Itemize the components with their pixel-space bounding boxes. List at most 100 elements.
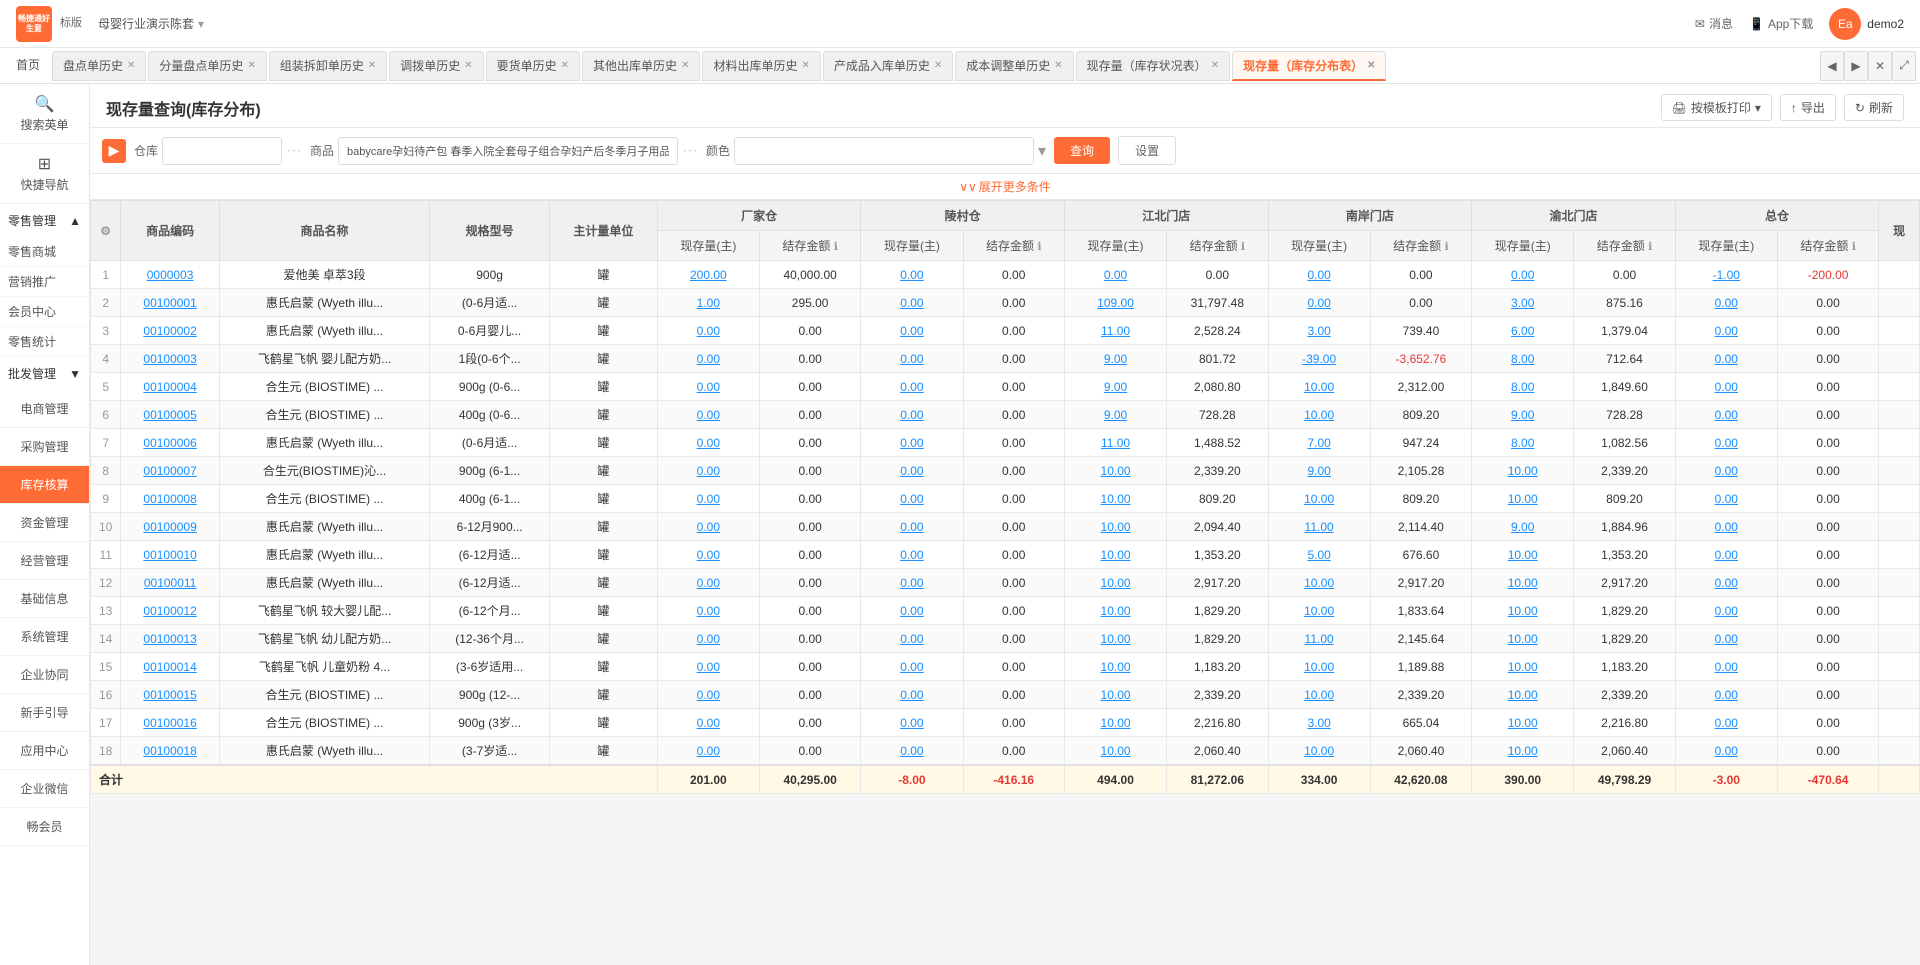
app-download-btn[interactable]: 📱 App下载 [1749, 15, 1813, 32]
top-right-actions: ✉ 消息 📱 App下载 Ea demo2 [1695, 8, 1904, 40]
sidebar-item-库存核算[interactable]: 库存核算 [0, 466, 89, 504]
close-tab-6[interactable]: ✕ [681, 60, 689, 71]
sidebar-item-企业微信[interactable]: 企业微信 [0, 770, 89, 808]
warehouse-input[interactable] [162, 137, 282, 165]
sidebar-retail-header[interactable]: 零售管理 ▲ [0, 204, 89, 237]
sidebar-item-电商管理[interactable]: 电商管理 [0, 390, 89, 428]
table-row: 400100003飞鹤星飞帆 婴儿配方奶...1段(0-6个...罐0.000.… [91, 345, 1920, 373]
tab-其他出库单历史[interactable]: 其他出库单历史 ✕ [582, 51, 700, 81]
message-btn[interactable]: ✉ 消息 [1695, 15, 1733, 32]
col-factory-header: 厂家仓 [657, 201, 861, 231]
close-tab-10[interactable]: ✕ [1211, 60, 1219, 71]
table-row: 1800100018惠氏启蒙 (Wyeth illu...(3-7岁适...罐0… [91, 737, 1920, 766]
table-row: 800100007合生元(BIOSTIME)沁...900g (6-1...罐0… [91, 457, 1920, 485]
col-spec-header: 规格型号 [430, 201, 550, 261]
col-current-header: 现 [1879, 201, 1920, 261]
sidebar-quicknav[interactable]: ⊞ 快捷导航 [0, 144, 89, 204]
sidebar-item-企业协同[interactable]: 企业协同 [0, 656, 89, 694]
sidebar-item-营销推广[interactable]: 营销推广 [0, 267, 89, 297]
sidebar-item-会员中心[interactable]: 会员中心 [0, 297, 89, 327]
table-row: 1400100013飞鹤星飞帆 幼儿配方奶...(12-36个月...罐0.00… [91, 625, 1920, 653]
tab-nav-prev[interactable]: ◀ [1820, 51, 1844, 81]
sidebar-wholesale-header[interactable]: 批发管理 ▼ [0, 357, 89, 390]
expand-conditions-btn[interactable]: ∨∨ 展开更多条件 [959, 178, 1051, 195]
content-area: 现存量查询(库存分布) 🖨 按模板打印 ▾ ↑ 导出 ↻ 刷新 ▶ [90, 84, 1920, 965]
table-row: 1700100016合生元 (BIOSTIME) ...900g (3岁...罐… [91, 709, 1920, 737]
print-btn[interactable]: 🖨 按模板打印 ▾ [1661, 94, 1772, 121]
close-tab-8[interactable]: ✕ [934, 60, 942, 71]
sidebar-item-采购管理[interactable]: 采购管理 [0, 428, 89, 466]
col-total-amount-header: 结存金额 ℹ [1777, 231, 1878, 261]
info-icon-3[interactable]: ℹ [1241, 241, 1245, 253]
close-tab-9[interactable]: ✕ [1054, 60, 1062, 71]
table-container: ⚙ 商品编码 商品名称 规格型号 主计量单位 厂家仓 陵村仓 江北门店 南岸门店… [90, 200, 1920, 965]
close-tab-盘点单历史[interactable]: ✕ [127, 60, 135, 71]
sidebar-item-经营管理[interactable]: 经营管理 [0, 542, 89, 580]
color-input[interactable] [734, 137, 1034, 165]
settings-btn[interactable]: 设置 [1118, 136, 1176, 165]
close-tab-2[interactable]: ✕ [247, 60, 255, 71]
settings-icon[interactable]: ⚙ [100, 224, 111, 238]
tab-要货单历史[interactable]: 要货单历史 ✕ [486, 51, 580, 81]
sidebar-item-零售统计[interactable]: 零售统计 [0, 327, 89, 357]
sidebar-item-零售商城[interactable]: 零售商城 [0, 237, 89, 267]
warehouse-picker-btn[interactable]: ··· [286, 142, 302, 160]
info-icon-5[interactable]: ℹ [1648, 241, 1652, 253]
refresh-btn[interactable]: ↻ 刷新 [1844, 94, 1904, 121]
top-bar: 畅捷通好生意 标版 母婴行业演示陈套 ▾ ✉ 消息 📱 App下载 Ea dem… [0, 0, 1920, 48]
col-index-header: ⚙ [91, 201, 121, 261]
tab-库存分布表[interactable]: 现存量（库存分布表） ✕ [1232, 51, 1386, 81]
search-bar: ▶ 仓库 ··· 商品 ··· 颜色 ▾ 查询 设置 [90, 128, 1920, 174]
sidebar-item-资金管理[interactable]: 资金管理 [0, 504, 89, 542]
close-tab-3[interactable]: ✕ [368, 60, 376, 71]
tab-调拨单历史[interactable]: 调拨单历史 ✕ [389, 51, 483, 81]
goods-input[interactable] [338, 137, 678, 165]
tab-材料出库单历史[interactable]: 材料出库单历史 ✕ [702, 51, 820, 81]
tab-close-all[interactable]: ✕ [1868, 51, 1892, 81]
close-tab-5[interactable]: ✕ [561, 60, 569, 71]
main-layout: 🔍 搜索英单 ⊞ 快捷导航 零售管理 ▲ 零售商城 营销推广 会员中心 零售统计… [0, 84, 1920, 965]
sidebar-item-系统管理[interactable]: 系统管理 [0, 618, 89, 656]
tab-分量盘点单历史[interactable]: 分量盘点单历史 ✕ [148, 51, 266, 81]
page-actions: 🖨 按模板打印 ▾ ↑ 导出 ↻ 刷新 [1661, 94, 1904, 121]
tab-库存状况表[interactable]: 现存量（库存状况表） ✕ [1076, 51, 1230, 81]
col-code-header: 商品编码 [121, 201, 219, 261]
tab-home[interactable]: 首页 [4, 51, 52, 81]
tab-成本调整单历史[interactable]: 成本调整单历史 ✕ [955, 51, 1073, 81]
table-row: 10000003爱他美 卓萃3段900g罐200.0040,000.000.00… [91, 261, 1920, 289]
search-toggle-btn[interactable]: ▶ [102, 139, 126, 163]
col-yubei-stock-header: 现存量(主) [1472, 231, 1574, 261]
info-icon-6[interactable]: ℹ [1852, 241, 1856, 253]
search-btn[interactable]: 查询 [1054, 137, 1110, 164]
tab-nav-next[interactable]: ▶ [1844, 51, 1868, 81]
sidebar-item-应用中心[interactable]: 应用中心 [0, 732, 89, 770]
col-ling-amount-header: 结存金额 ℹ [963, 231, 1064, 261]
sidebar: 🔍 搜索英单 ⊞ 快捷导航 零售管理 ▲ 零售商城 营销推广 会员中心 零售统计… [0, 84, 90, 965]
logo-area: 畅捷通好生意 标版 母婴行业演示陈套 ▾ [16, 6, 204, 42]
tab-组装拆卸单历史[interactable]: 组装拆卸单历史 ✕ [269, 51, 387, 81]
col-nanan-amount-header: 结存金额 ℹ [1370, 231, 1471, 261]
close-tab-4[interactable]: ✕ [464, 60, 472, 71]
col-total-stock-header: 现存量(主) [1675, 231, 1777, 261]
color-dropdown-icon[interactable]: ▾ [1038, 141, 1046, 161]
goods-field: 商品 ··· [310, 137, 698, 165]
info-icon-2[interactable]: ℹ [1037, 241, 1041, 253]
export-btn[interactable]: ↑ 导出 [1780, 94, 1836, 121]
user-area[interactable]: Ea demo2 [1829, 8, 1904, 40]
industry-selector[interactable]: 母婴行业演示陈套 ▾ [98, 15, 204, 32]
tab-产成品入库单历史[interactable]: 产成品入库单历史 ✕ [823, 51, 953, 81]
info-icon-4[interactable]: ℹ [1445, 241, 1449, 253]
col-jiangbei-amount-header: 结存金额 ℹ [1167, 231, 1268, 261]
table-row: 700100006惠氏启蒙 (Wyeth illu...(0-6月适...罐0.… [91, 429, 1920, 457]
sidebar-item-畅会员[interactable]: 畅会员 [0, 808, 89, 846]
goods-picker-btn[interactable]: ··· [682, 142, 698, 160]
sidebar-item-基础信息[interactable]: 基础信息 [0, 580, 89, 618]
tab-盘点单历史[interactable]: 盘点单历史 ✕ [52, 51, 146, 81]
sidebar-search[interactable]: 🔍 搜索英单 [0, 84, 89, 144]
close-tab-7[interactable]: ✕ [801, 60, 809, 71]
info-icon-1[interactable]: ℹ [834, 241, 838, 253]
close-tab-11[interactable]: ✕ [1367, 60, 1375, 71]
sidebar-item-新手引导[interactable]: 新手引导 [0, 694, 89, 732]
col-factory-amount-header: 结存金额 ℹ [759, 231, 860, 261]
tab-maximize[interactable]: ⤢ [1892, 51, 1916, 81]
